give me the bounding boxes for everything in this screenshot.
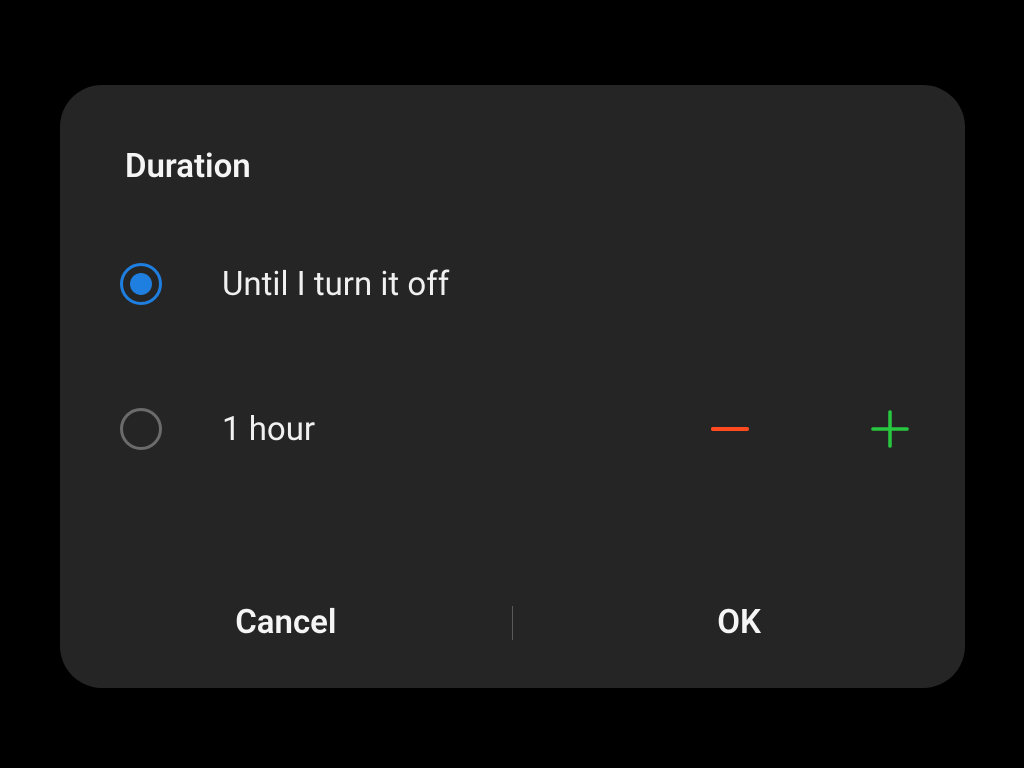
minus-icon: [707, 406, 753, 456]
dialog-footer: Cancel OK: [60, 589, 965, 656]
radio-until-off[interactable]: [120, 263, 162, 305]
ok-button[interactable]: OK: [513, 589, 965, 656]
cancel-button[interactable]: Cancel: [60, 589, 512, 656]
radio-timed[interactable]: [120, 408, 162, 450]
option-timed-label: 1 hour: [222, 410, 315, 449]
option-until-off[interactable]: Until I turn it off: [120, 260, 449, 308]
dialog-title: Duration: [125, 147, 251, 186]
duration-decrease-button[interactable]: [700, 401, 760, 461]
plus-icon: [867, 406, 913, 456]
duration-increase-button[interactable]: [860, 401, 920, 461]
option-until-off-label: Until I turn it off: [222, 265, 449, 304]
option-timed[interactable]: 1 hour: [120, 405, 315, 453]
duration-dialog: Duration Until I turn it off 1 hour: [60, 85, 965, 688]
